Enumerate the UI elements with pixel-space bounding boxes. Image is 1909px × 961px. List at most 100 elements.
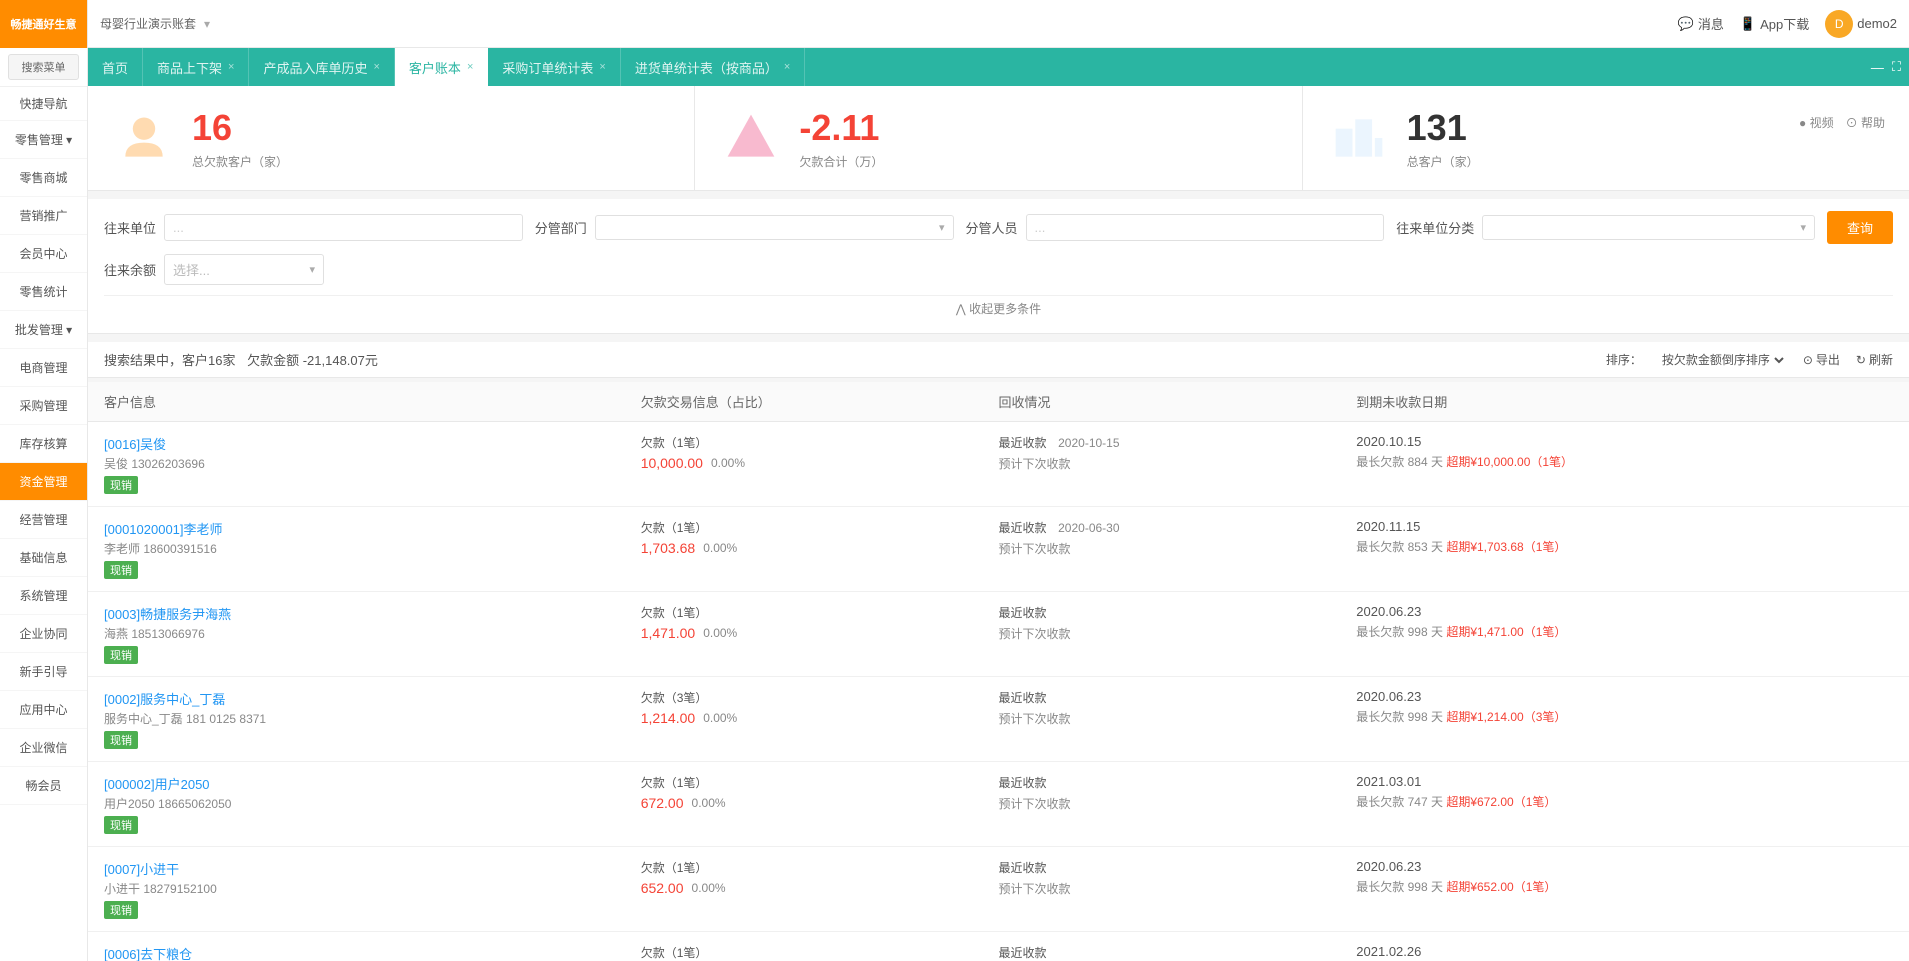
search-menu-button[interactable]: 搜索菜单 (8, 54, 79, 80)
customer-name[interactable]: [000002]用户2050 (104, 774, 641, 793)
overdue-info: 最长欠款 747 天 超期¥672.00（1笔） (1356, 793, 1893, 810)
balance-select[interactable]: 选择... ▾ (164, 254, 324, 285)
overdue-info: 最长欠款 998 天 超期¥652.00（1笔） (1356, 878, 1893, 895)
overdue-link[interactable]: 超期¥1,471.00（1笔） (1446, 625, 1566, 639)
sidebar-item-retail-stats[interactable]: 零售统计 (0, 273, 87, 311)
overdue-link[interactable]: 超期¥1,703.68（1笔） (1446, 540, 1566, 554)
filter-row-2: 往来余额 选择... ▾ (104, 254, 324, 285)
customer-info-cell: [0003]畅捷服务尹海燕 海燕 18513066976 现销 (104, 604, 641, 664)
user-avatar[interactable]: D demo2 (1825, 10, 1897, 38)
overdue-link[interactable]: 超期¥672.00（1笔） (1446, 795, 1556, 809)
sidebar-item-basic-info[interactable]: 基础信息 (0, 539, 87, 577)
results-bar: 搜索结果中，客户16家 欠款金额 -21,148.07元 排序： 按欠款金额倒序… (88, 342, 1909, 378)
sidebar-item-system[interactable]: 系统管理 (0, 577, 87, 615)
sidebar-item-member-plus[interactable]: 畅会员 (0, 767, 87, 805)
tab-minimize-icon[interactable]: — (1871, 60, 1884, 75)
debt-amount[interactable]: 1,214.00 (641, 710, 696, 726)
debt-amount[interactable]: 10,000.00 (641, 455, 703, 471)
debt-amount[interactable]: 1,471.00 (641, 625, 696, 641)
next-payment: 预计下次收款 (998, 540, 1356, 557)
sidebar-item-warehouse[interactable]: 库存核算 (0, 425, 87, 463)
quick-nav-button[interactable]: 快捷导航 (0, 87, 87, 121)
app-logo: 畅捷通好生意 (0, 0, 87, 48)
debt-info-cell: 欠款（1笔） 1,471.00 0.00% (641, 604, 999, 641)
customer-info-cell: [0001020001]李老师 李老师 18600391516 现销 (104, 519, 641, 579)
message-button[interactable]: 💬 消息 (1678, 14, 1724, 33)
tab-close-product-toggle[interactable]: × (228, 61, 234, 73)
overdue-link[interactable]: 超期¥10,000.00（1笔） (1446, 455, 1573, 469)
tab-label-home: 首页 (102, 58, 128, 77)
tab-close-product-history[interactable]: × (373, 61, 379, 73)
sidebar-item-marketing[interactable]: 营销推广 (0, 197, 87, 235)
stat-info-debt-customers: 16 总欠款客户（家） (192, 107, 670, 170)
source-unit-dots: ... (173, 220, 184, 235)
tab-close-purchase-order[interactable]: × (599, 61, 605, 73)
sidebar-item-batch-mgmt[interactable]: 批发管理 ▾ (0, 311, 87, 349)
overdue-link[interactable]: 超期¥652.00（1笔） (1446, 880, 1556, 894)
sidebar-item-retail-store[interactable]: 零售商城 (0, 159, 87, 197)
sidebar-item-finance[interactable]: 资金管理 (0, 463, 87, 501)
sidebar-item-guide[interactable]: 新手引导 (0, 653, 87, 691)
customer-contact: 小进干 18279152100 (104, 880, 641, 897)
tab-customer-account[interactable]: 客户账本× (395, 48, 488, 86)
help-link[interactable]: ⊙ 帮助 (1846, 114, 1885, 131)
refresh-label: 刷新 (1869, 351, 1893, 368)
next-payment: 预计下次收款 (998, 455, 1356, 472)
tab-import-stats[interactable]: 进货单统计表（按商品）× (621, 48, 805, 86)
stat-info-total-customers: 131 总客户（家） (1407, 107, 1783, 170)
tab-expand-icon[interactable]: ⛶ (1892, 59, 1901, 75)
debt-amount[interactable]: 652.00 (641, 880, 684, 896)
sidebar-item-ecommerce[interactable]: 电商管理 (0, 349, 87, 387)
app-download-button[interactable]: 📱 App下载 (1740, 14, 1809, 33)
customer-name[interactable]: [0001020001]李老师 (104, 519, 641, 538)
dept-select[interactable]: ▾ (595, 215, 954, 240)
debt-amount[interactable]: 672.00 (641, 795, 684, 811)
debt-amount[interactable]: 1,703.68 (641, 540, 696, 556)
sidebar-item-wechat[interactable]: 企业微信 (0, 729, 87, 767)
overdue-link[interactable]: 超期¥1,214.00（3笔） (1446, 710, 1566, 724)
customer-name[interactable]: [0003]畅捷服务尹海燕 (104, 604, 641, 623)
debt-percent: 0.00% (711, 456, 745, 470)
query-button[interactable]: 查询 (1827, 211, 1893, 244)
tab-purchase-order[interactable]: 采购订单统计表× (488, 48, 620, 86)
tab-label-product-history: 产成品入库单历史 (263, 58, 367, 77)
content-area: 16 总欠款客户（家） -2.11 欠款合计（万） 131 (88, 86, 1909, 961)
customer-name[interactable]: [0002]服务中心_丁磊 (104, 689, 641, 708)
debt-label: 欠款（1笔） (641, 434, 999, 451)
sidebar-item-member[interactable]: 会员中心 (0, 235, 87, 273)
store-dropdown-icon[interactable]: ▾ (204, 17, 210, 31)
tab-close-customer-account[interactable]: × (467, 61, 473, 73)
collapse-button[interactable]: ⋀ 收起更多条件 (104, 295, 1893, 321)
sidebar-item-operations[interactable]: 经营管理 (0, 501, 87, 539)
source-unit-input[interactable]: ... (164, 214, 523, 241)
debt-label: 欠款（1笔） (641, 774, 999, 791)
stat-card-debt-customers: 16 总欠款客户（家） (88, 86, 695, 190)
sidebar-item-app-center[interactable]: 应用中心 (0, 691, 87, 729)
sidebar-item-purchase-mgmt[interactable]: 采购管理 (0, 387, 87, 425)
debt-label: 欠款（1笔） (641, 604, 999, 621)
due-date-cell: 2020.10.15 最长欠款 884 天 超期¥10,000.00（1笔） (1356, 434, 1893, 470)
tab-close-import-stats[interactable]: × (784, 61, 790, 73)
video-link[interactable]: ● 视频 (1799, 114, 1834, 131)
debt-info-cell: 欠款（1笔） 1,703.68 0.00% (641, 519, 999, 556)
customer-name[interactable]: [0016]吴俊 (104, 434, 641, 453)
payment-label: 最近收款 (998, 691, 1046, 705)
customer-name[interactable]: [0006]去下粮仓 (104, 944, 641, 961)
tab-product-history[interactable]: 产成品入库单历史 × (249, 48, 394, 86)
sidebar-item-enterprise[interactable]: 企业协同 (0, 615, 87, 653)
tab-home[interactable]: 首页 (88, 48, 143, 86)
sort-select[interactable]: 按欠款金额倒序排序 (1658, 352, 1787, 368)
customer-name[interactable]: [0007]小进干 (104, 859, 641, 878)
customer-tag: 现销 (104, 476, 138, 494)
category-select[interactable]: ▾ (1482, 215, 1815, 240)
refresh-button[interactable]: ↻ 刷新 (1856, 351, 1893, 368)
export-button[interactable]: ⊙ 导出 (1803, 351, 1840, 368)
person-input[interactable]: ... (1026, 214, 1385, 241)
payment-label: 最近收款 (998, 776, 1046, 790)
tab-bar: 首页商品上下架×产成品入库单历史×客户账本×采购订单统计表×进货单统计表（按商品… (88, 48, 1909, 86)
sidebar-item-retail-mgmt[interactable]: 零售管理 ▾ (0, 121, 87, 159)
payment-status-cell: 最近收款 预计下次收款 (998, 944, 1356, 961)
results-prefix: 搜索结果中，客户16家 (104, 353, 235, 368)
tab-product-toggle[interactable]: 商品上下架× (143, 48, 249, 86)
payment-status-cell: 最近收款 预计下次收款 (998, 774, 1356, 812)
